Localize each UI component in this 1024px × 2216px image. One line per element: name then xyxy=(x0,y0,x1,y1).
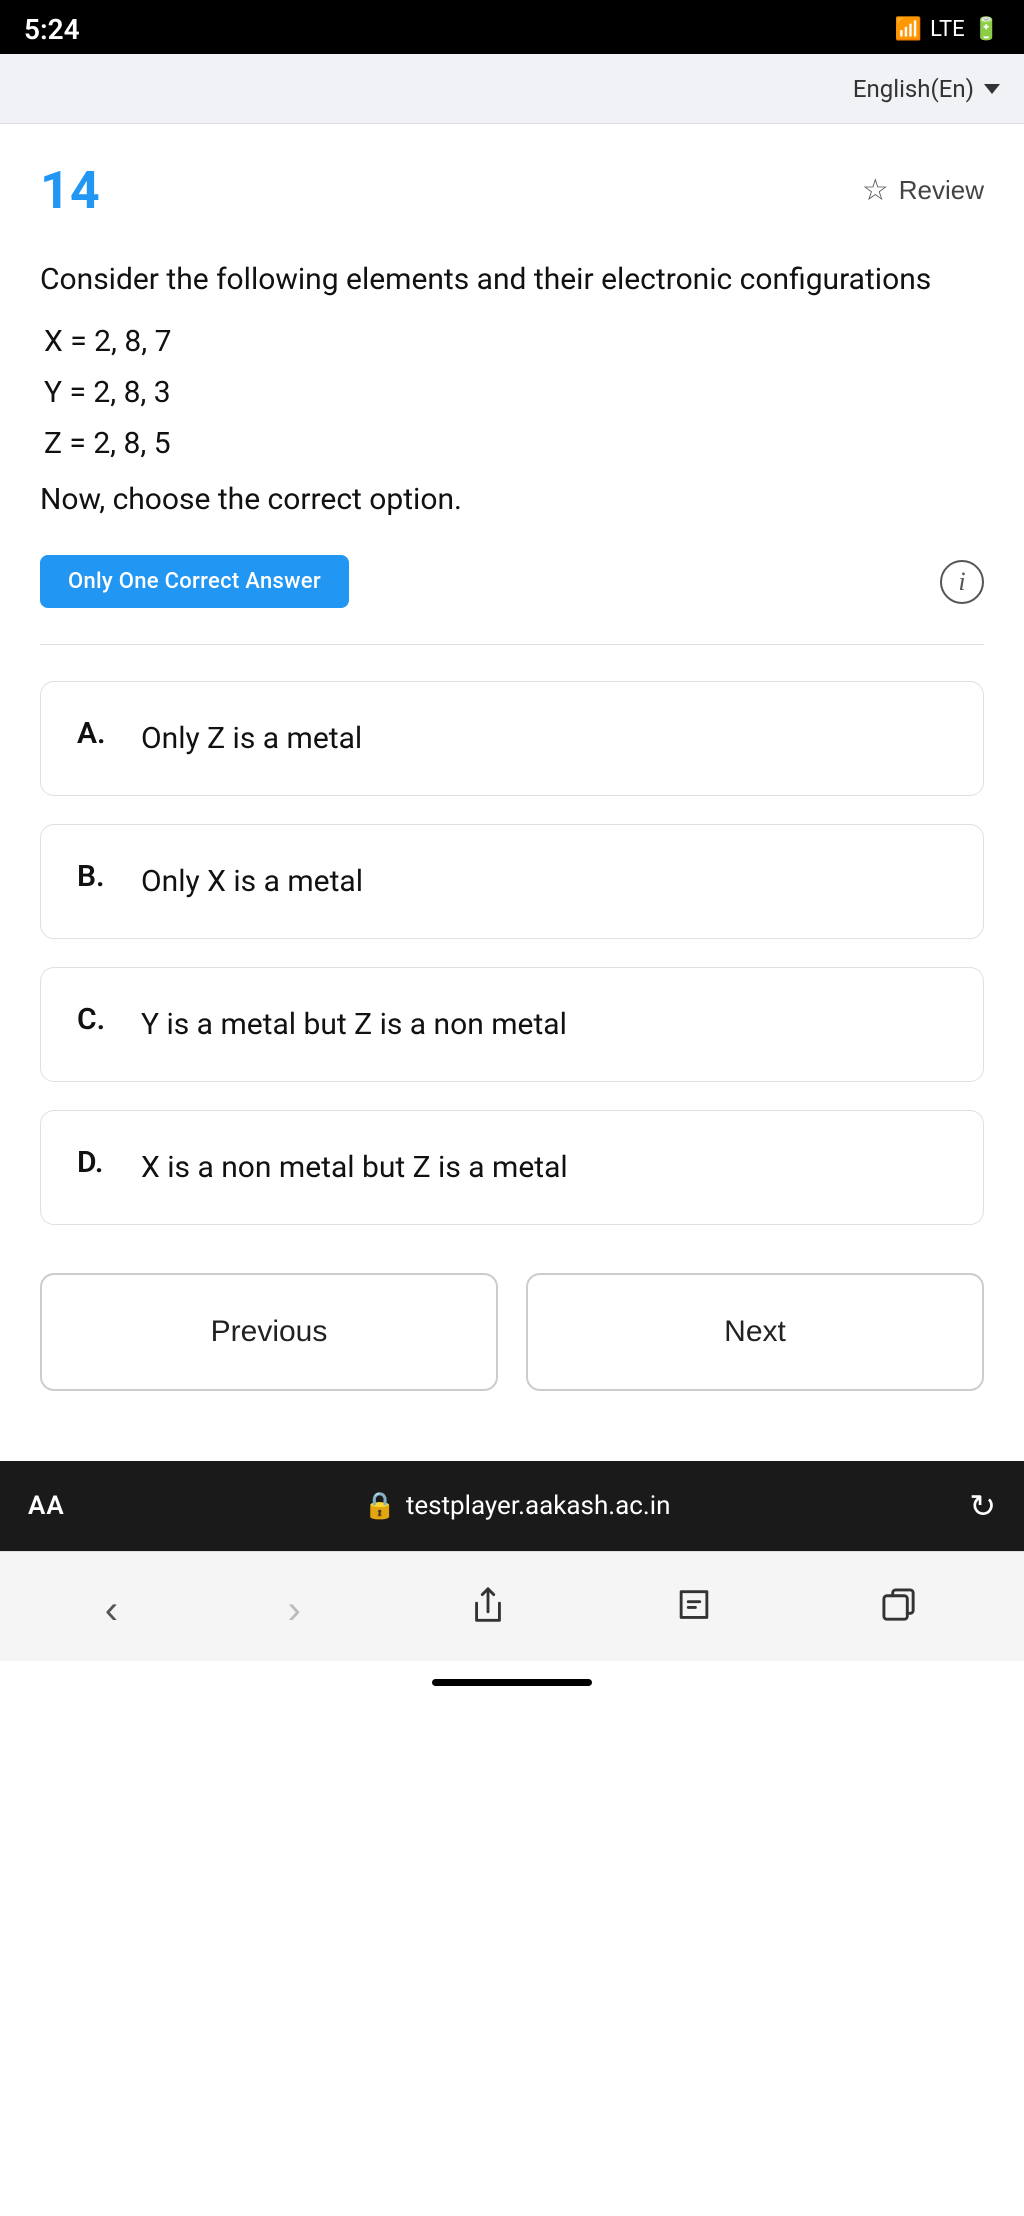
bottom-nav: ‹ › xyxy=(0,1551,1024,1661)
option-d-card[interactable]: D. X is a non metal but Z is a metal xyxy=(40,1110,984,1225)
option-d-label: D. xyxy=(77,1145,113,1180)
status-bar: 5:24 📶 LTE 🔋 xyxy=(0,0,1024,54)
status-time: 5:24 xyxy=(24,13,80,46)
lock-icon: 🔒 xyxy=(363,1491,395,1521)
option-b-text: Only X is a metal xyxy=(141,859,363,904)
lte-label: LTE xyxy=(930,17,965,42)
forward-icon: › xyxy=(288,1588,301,1633)
share-button[interactable] xyxy=(460,1576,516,1645)
share-icon xyxy=(470,1586,506,1635)
review-button[interactable]: ☆ Review xyxy=(862,173,984,208)
electronic-configs: X = 2, 8, 7 Y = 2, 8, 3 Z = 2, 8, 5 xyxy=(40,316,984,469)
language-selector[interactable]: English(En) xyxy=(853,75,1000,103)
chevron-down-icon xyxy=(984,84,1000,94)
divider xyxy=(40,644,984,645)
option-c-label: C. xyxy=(77,1002,113,1037)
info-symbol: i xyxy=(958,567,965,597)
bookmarks-icon xyxy=(676,1586,712,1635)
choose-instruction: Now, choose the correct option. xyxy=(40,477,984,524)
home-bar xyxy=(432,1679,592,1686)
browser-aa-label[interactable]: AA xyxy=(28,1491,65,1521)
tabs-button[interactable] xyxy=(871,1577,929,1644)
review-label: Review xyxy=(899,175,984,206)
url-text: testplayer.aakash.ac.in xyxy=(406,1491,671,1521)
option-b-card[interactable]: B. Only X is a metal xyxy=(40,824,984,939)
answer-type-badge: Only One Correct Answer xyxy=(40,555,349,608)
config-y: Y = 2, 8, 3 xyxy=(44,367,984,418)
badge-row: Only One Correct Answer i xyxy=(40,555,984,608)
next-button[interactable]: Next xyxy=(526,1273,984,1391)
back-button[interactable]: ‹ xyxy=(95,1578,128,1643)
option-a-text: Only Z is a metal xyxy=(141,716,362,761)
nav-row: Previous Next xyxy=(40,1273,984,1391)
question-number: 14 xyxy=(40,160,100,221)
option-c-text: Y is a metal but Z is a non metal xyxy=(141,1002,567,1047)
question-header: 14 ☆ Review xyxy=(40,160,984,221)
info-icon[interactable]: i xyxy=(940,560,984,604)
signal-icon: 📶 xyxy=(895,17,922,42)
option-c-card[interactable]: C. Y is a metal but Z is a non metal xyxy=(40,967,984,1082)
option-a-card[interactable]: A. Only Z is a metal xyxy=(40,681,984,796)
status-icons: 📶 LTE 🔋 xyxy=(895,17,1000,42)
forward-button[interactable]: › xyxy=(278,1578,311,1643)
question-body: Consider the following elements and thei… xyxy=(40,257,984,304)
language-label: English(En) xyxy=(853,75,974,103)
option-a-label: A. xyxy=(77,716,113,751)
browser-url-bar[interactable]: 🔒 testplayer.aakash.ac.in xyxy=(85,1491,949,1521)
option-b-label: B. xyxy=(77,859,113,894)
config-x: X = 2, 8, 7 xyxy=(44,316,984,367)
config-z: Z = 2, 8, 5 xyxy=(44,418,984,469)
bookmarks-button[interactable] xyxy=(666,1576,722,1645)
star-icon: ☆ xyxy=(862,173,889,208)
option-d-text: X is a non metal but Z is a metal xyxy=(141,1145,568,1190)
reload-icon[interactable]: ↻ xyxy=(969,1487,996,1525)
tabs-icon xyxy=(881,1587,919,1634)
home-indicator xyxy=(0,1661,1024,1696)
battery-icon: 🔋 xyxy=(973,17,1000,42)
back-icon: ‹ xyxy=(105,1588,118,1633)
main-content: 14 ☆ Review Consider the following eleme… xyxy=(0,124,1024,1461)
top-nav: English(En) xyxy=(0,54,1024,124)
previous-button[interactable]: Previous xyxy=(40,1273,498,1391)
browser-bar: AA 🔒 testplayer.aakash.ac.in ↻ xyxy=(0,1461,1024,1551)
